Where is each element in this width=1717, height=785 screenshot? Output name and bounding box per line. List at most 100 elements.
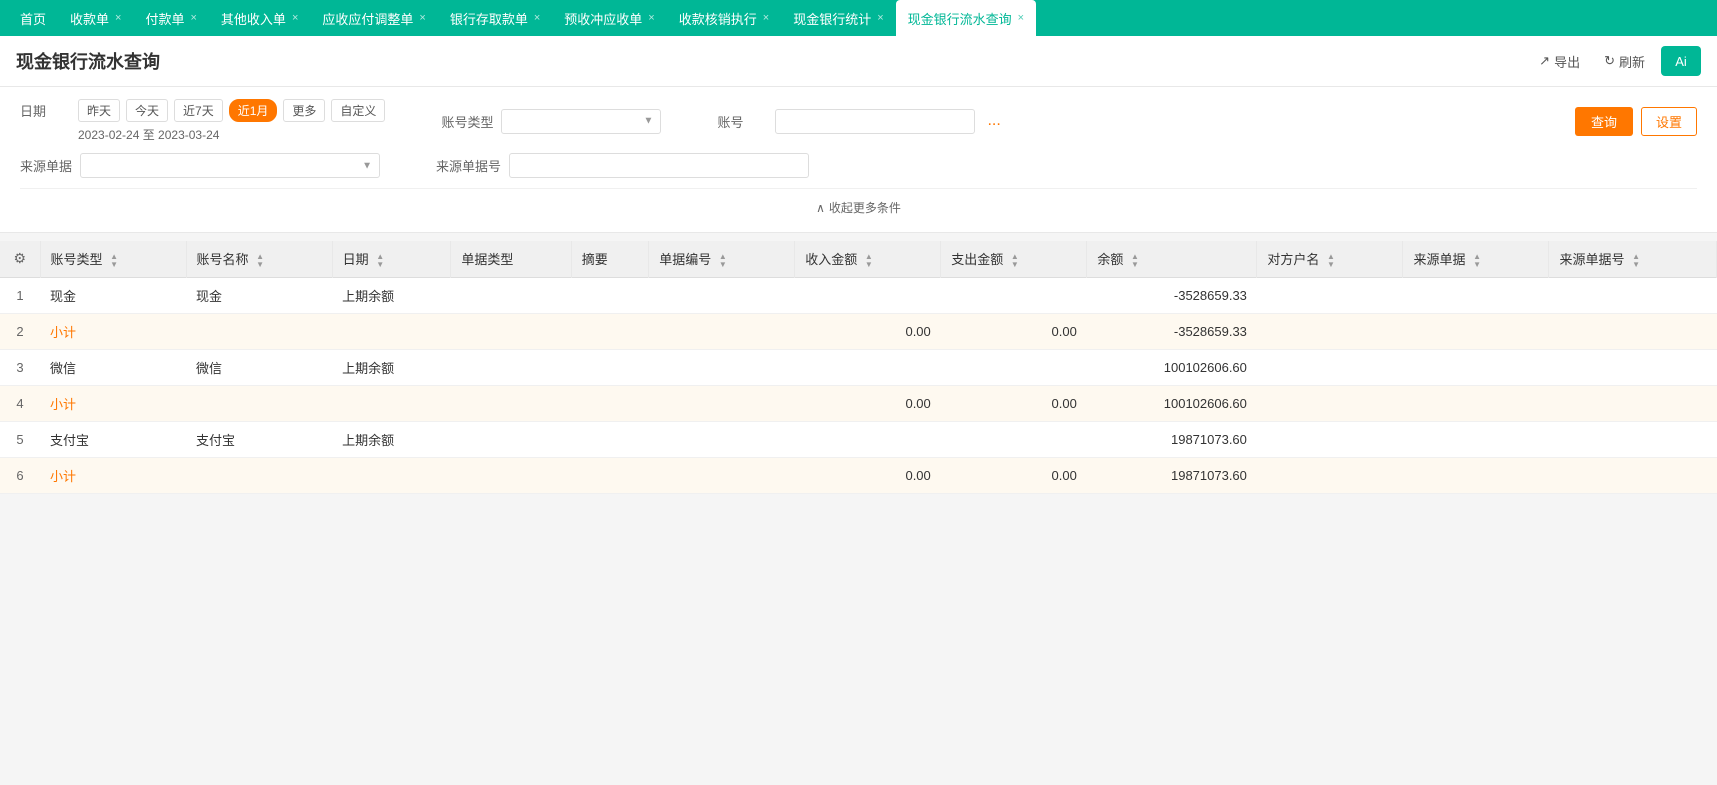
date-yesterday[interactable]: 昨天 [78,99,120,122]
th-source-doc-no[interactable]: 来源单据号 ▲▼ [1549,241,1717,277]
data-table: ⚙ 账号类型 ▲▼ 账号名称 ▲▼ 日期 ▲▼ 单据类型 摘 [0,241,1717,494]
td-doc-type [451,349,571,385]
export-button[interactable]: ↗ 导出 [1531,48,1588,75]
nav-payment[interactable]: 付款单 × [133,0,208,36]
td-doc-no [649,277,795,313]
td-summary [571,277,649,313]
sort-icon: ▲▼ [256,253,264,269]
collapse-area: ∧ 收起更多条件 [20,188,1697,220]
td-counterpart [1257,385,1403,421]
td-row-index: 2 [0,313,40,349]
td-counterpart [1257,421,1403,457]
account-dots-button[interactable]: ... [983,112,1004,130]
nav-adjustment[interactable]: 应收应付调整单 × [310,0,437,36]
td-source-doc-no [1549,385,1717,421]
th-date[interactable]: 日期 ▲▼ [332,241,451,277]
table-row: 1现金现金上期余额-3528659.33 [0,277,1717,313]
collapse-button[interactable]: ∧ 收起更多条件 [816,195,901,220]
date-custom[interactable]: 自定义 [331,99,385,122]
close-icon[interactable]: × [534,12,540,24]
td-counterpart [1257,277,1403,313]
date-1month[interactable]: 近1月 [229,99,278,122]
td-summary [571,421,649,457]
th-summary[interactable]: 摘要 [571,241,649,277]
close-icon[interactable]: × [877,12,883,24]
td-account-type: 小计 [40,457,186,493]
account-type-label: 账号类型 [441,112,493,131]
close-icon[interactable]: × [1018,12,1024,24]
table-container: ⚙ 账号类型 ▲▼ 账号名称 ▲▼ 日期 ▲▼ 单据类型 摘 [0,241,1717,494]
settings-button[interactable]: 设置 [1641,107,1697,136]
nav-home[interactable]: 首页 [8,0,58,36]
refresh-button[interactable]: ↻ 刷新 [1596,48,1653,75]
source-doc-no-input[interactable] [509,153,809,178]
refresh-icon: ↻ [1604,53,1615,69]
td-balance: 100102606.60 [1087,349,1257,385]
close-icon[interactable]: × [419,12,425,24]
td-doc-type [451,457,571,493]
nav-receipt[interactable]: 收款单 × [58,0,133,36]
td-counterpart [1257,349,1403,385]
td-date: 上期余额 [332,421,451,457]
td-doc-type [451,421,571,457]
td-row-index: 3 [0,349,40,385]
table-row: 5支付宝支付宝上期余额19871073.60 [0,421,1717,457]
nav-bank-stats[interactable]: 现金银行统计 × [781,0,895,36]
td-source-doc-no [1549,421,1717,457]
table-row: 6小计0.000.0019871073.60 [0,457,1717,493]
date-7days[interactable]: 近7天 [174,99,223,122]
source-doc-label: 来源单据 [20,156,72,175]
td-account-type: 小计 [40,385,186,421]
source-doc-select-wrapper [80,153,380,178]
td-date: 上期余额 [332,277,451,313]
th-source-doc[interactable]: 来源单据 ▲▼ [1403,241,1549,277]
td-source-doc [1403,313,1549,349]
nav-bank-flow[interactable]: 现金银行流水查询 × [896,0,1036,36]
th-expense[interactable]: 支出金额 ▲▼ [941,241,1087,277]
th-balance[interactable]: 余额 ▲▼ [1087,241,1257,277]
th-account-name[interactable]: 账号名称 ▲▼ [186,241,332,277]
close-icon[interactable]: × [648,12,654,24]
sort-icon: ▲▼ [1473,253,1481,269]
ai-button[interactable]: Ai [1661,46,1701,76]
date-more[interactable]: 更多 [283,99,325,122]
nav-other-income[interactable]: 其他收入单 × [209,0,310,36]
top-nav: 首页 收款单 × 付款单 × 其他收入单 × 应收应付调整单 × 银行存取款单 … [0,0,1717,36]
td-expense [941,277,1087,313]
td-doc-no [649,385,795,421]
page-header: 现金银行流水查询 ↗ 导出 ↻ 刷新 Ai [0,36,1717,87]
td-doc-type [451,277,571,313]
th-income[interactable]: 收入金额 ▲▼ [795,241,941,277]
account-input[interactable] [775,109,975,134]
close-icon[interactable]: × [763,12,769,24]
td-account-name: 现金 [186,277,332,313]
nav-verify[interactable]: 收款核销执行 × [667,0,781,36]
th-settings[interactable]: ⚙ [0,241,40,277]
query-button[interactable]: 查询 [1575,107,1633,136]
td-date [332,457,451,493]
td-income: 0.00 [795,457,941,493]
date-today[interactable]: 今天 [126,99,168,122]
date-filter: 日期 昨天 今天 近7天 近1月 更多 自定义 2023-02-24 至 202… [20,99,385,143]
sort-icon: ▲▼ [1632,253,1640,269]
td-income [795,421,941,457]
collapse-up-icon: ∧ [816,201,825,215]
th-doc-no[interactable]: 单据编号 ▲▼ [649,241,795,277]
sort-icon: ▲▼ [376,253,384,269]
gear-icon[interactable]: ⚙ [13,250,26,266]
account-type-select[interactable] [501,109,661,134]
th-counterpart[interactable]: 对方户名 ▲▼ [1257,241,1403,277]
td-balance: -3528659.33 [1087,277,1257,313]
close-icon[interactable]: × [190,12,196,24]
td-row-index: 4 [0,385,40,421]
nav-prepay[interactable]: 预收冲应收单 × [552,0,666,36]
nav-bank-deposit[interactable]: 银行存取款单 × [438,0,552,36]
sort-icon: ▲▼ [719,253,727,269]
close-icon[interactable]: × [292,12,298,24]
close-icon[interactable]: × [115,12,121,24]
td-doc-type [451,313,571,349]
source-doc-select[interactable] [80,153,380,178]
td-account-type: 微信 [40,349,186,385]
th-account-type[interactable]: 账号类型 ▲▼ [40,241,186,277]
th-doc-type[interactable]: 单据类型 [451,241,571,277]
